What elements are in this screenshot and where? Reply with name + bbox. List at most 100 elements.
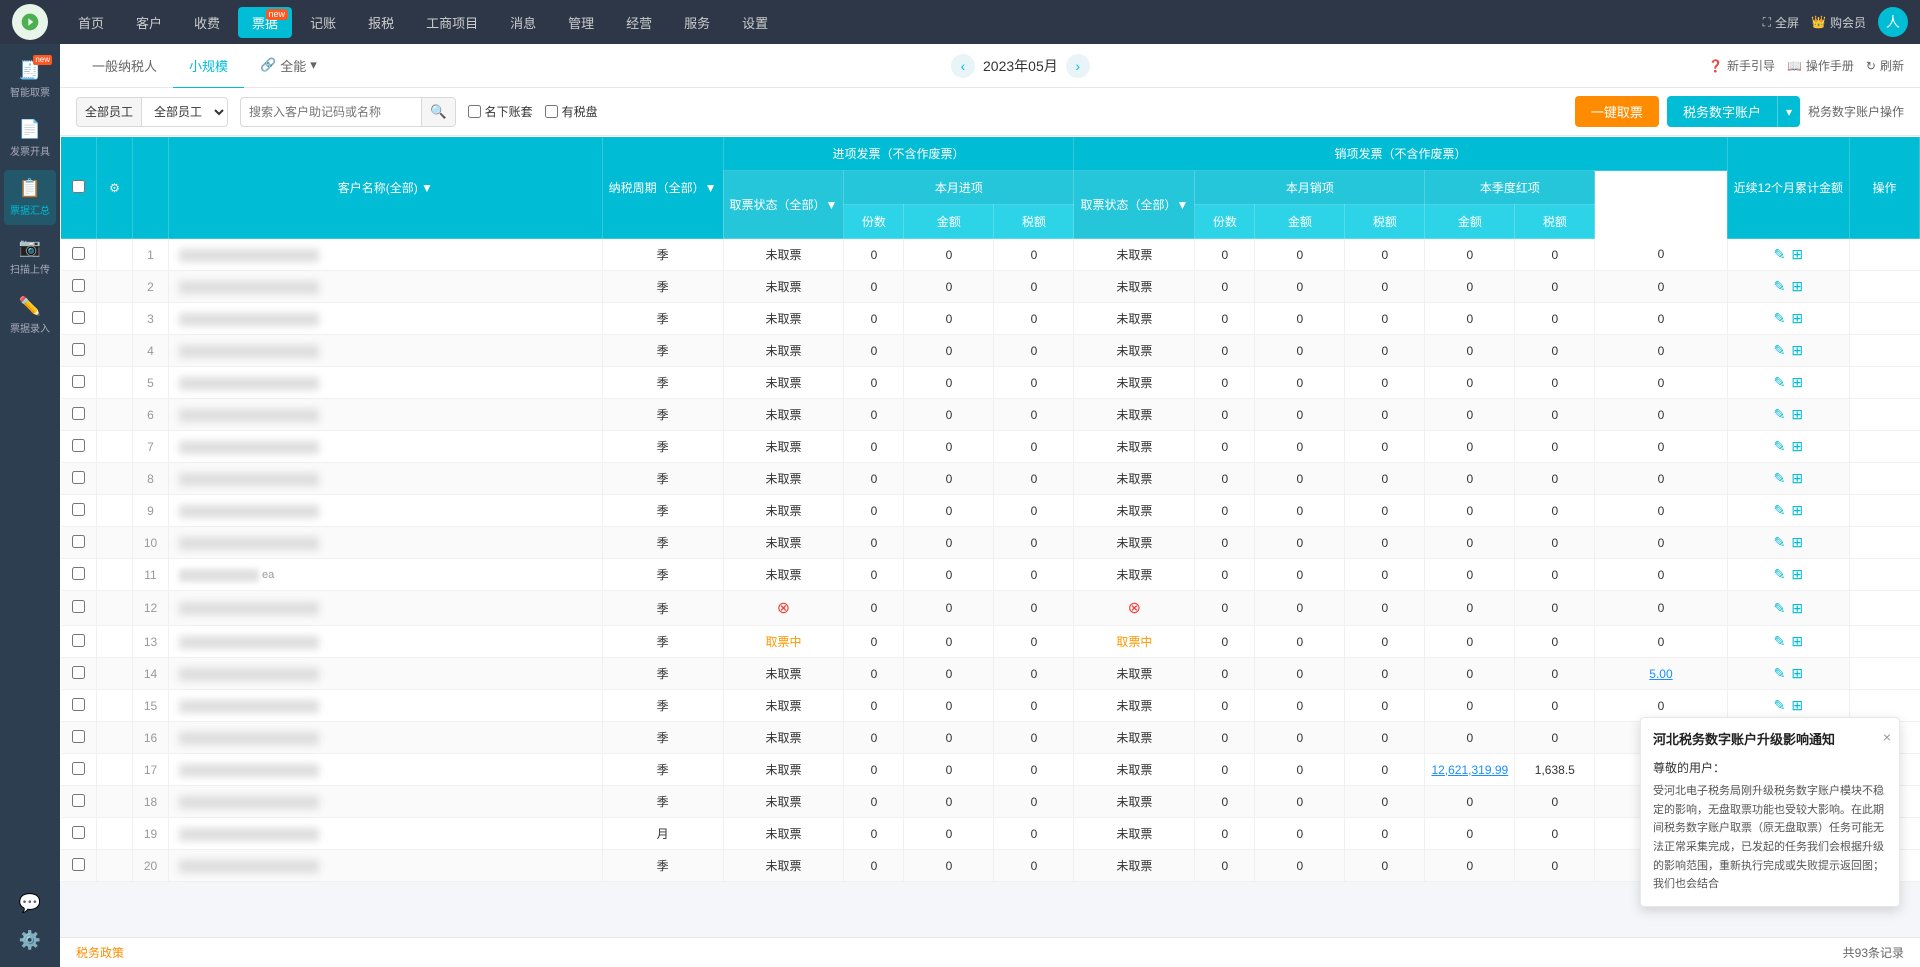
- app-logo[interactable]: [12, 4, 48, 40]
- nav-message[interactable]: 消息: [496, 7, 550, 38]
- next-month-btn[interactable]: ›: [1066, 54, 1090, 78]
- nav-home[interactable]: 首页: [64, 7, 118, 38]
- row-checkbox-4[interactable]: [72, 343, 85, 356]
- edit-icon-4[interactable]: ✎: [1774, 342, 1786, 359]
- th-name[interactable]: 客户名称(全部) ▼: [169, 137, 603, 239]
- search-input[interactable]: [241, 105, 421, 119]
- tax-policy-link[interactable]: 税务政策: [76, 944, 124, 961]
- prev-month-btn[interactable]: ‹: [951, 54, 975, 78]
- edit-icon-11[interactable]: ✎: [1774, 566, 1786, 583]
- sidebar-item-invoice-summary[interactable]: 📋 票据汇总: [4, 170, 56, 225]
- copy-icon-7[interactable]: ⊞: [1791, 438, 1803, 455]
- th-sales-status[interactable]: 取票状态（全部）▼: [1074, 171, 1195, 239]
- red-amount-value[interactable]: 12,621,319.99: [1431, 763, 1508, 777]
- copy-icon-1[interactable]: ⊞: [1791, 246, 1803, 263]
- employee-select[interactable]: 全部员工: [142, 98, 227, 126]
- new-guide-btn[interactable]: ❓ 新手引导: [1708, 57, 1775, 74]
- account-checkbox-label[interactable]: 名下账套: [468, 103, 533, 120]
- row-checkbox-18[interactable]: [72, 794, 85, 807]
- row-checkbox-9[interactable]: [72, 503, 85, 516]
- row-checkbox-7[interactable]: [72, 439, 85, 452]
- copy-icon-13[interactable]: ⊞: [1791, 633, 1803, 650]
- nav-manage[interactable]: 管理: [554, 7, 608, 38]
- row-checkbox-8[interactable]: [72, 471, 85, 484]
- select-all-checkbox[interactable]: [72, 180, 85, 193]
- member-btn[interactable]: 👑 购会员: [1811, 14, 1866, 31]
- refresh-btn[interactable]: ↻ 刷新: [1866, 57, 1904, 74]
- row-checkbox-15[interactable]: [72, 698, 85, 711]
- tax-digital-dropdown-btn[interactable]: ▾: [1777, 96, 1800, 127]
- copy-icon-6[interactable]: ⊞: [1791, 406, 1803, 423]
- sidebar-item-config[interactable]: ⚙️: [4, 922, 56, 959]
- row-checkbox-5[interactable]: [72, 375, 85, 388]
- nav-settings[interactable]: 设置: [728, 7, 782, 38]
- sidebar-item-scan-upload[interactable]: 📷 扫描上传: [4, 229, 56, 284]
- row-checkbox-17[interactable]: [72, 762, 85, 775]
- copy-icon-15[interactable]: ⊞: [1791, 697, 1803, 714]
- copy-icon-4[interactable]: ⊞: [1791, 342, 1803, 359]
- search-button[interactable]: 🔍: [421, 98, 455, 126]
- nav-operation[interactable]: 经营: [612, 7, 666, 38]
- edit-icon-13[interactable]: ✎: [1774, 633, 1786, 650]
- edit-icon-12[interactable]: ✎: [1774, 600, 1786, 617]
- nav-bookkeeping[interactable]: 记账: [296, 7, 350, 38]
- nav-service[interactable]: 服务: [670, 7, 724, 38]
- edit-icon-14[interactable]: ✎: [1774, 665, 1786, 682]
- one-click-ticket-btn[interactable]: 一键取票: [1575, 96, 1659, 127]
- copy-icon-8[interactable]: ⊞: [1791, 470, 1803, 487]
- edit-icon-15[interactable]: ✎: [1774, 697, 1786, 714]
- edit-icon-9[interactable]: ✎: [1774, 502, 1786, 519]
- sidebar-item-smart-ticket[interactable]: 🧾 智能取票 new: [4, 52, 56, 107]
- row-checkbox-1[interactable]: [72, 247, 85, 260]
- row-checkbox-10[interactable]: [72, 535, 85, 548]
- row-checkbox-20[interactable]: [72, 858, 85, 871]
- tax-disk-checkbox-label[interactable]: 有税盘: [545, 103, 598, 120]
- row-checkbox-16[interactable]: [72, 730, 85, 743]
- nav-invoice[interactable]: 票据 new: [238, 7, 292, 38]
- fullscreen-btn[interactable]: ⛶ 全屏: [1763, 14, 1799, 31]
- edit-icon-5[interactable]: ✎: [1774, 374, 1786, 391]
- tab-small-scale[interactable]: 小规模: [173, 44, 244, 89]
- nav-customer[interactable]: 客户: [122, 7, 176, 38]
- sidebar-item-invoice-entry[interactable]: ✏️ 票据录入: [4, 288, 56, 343]
- copy-icon-10[interactable]: ⊞: [1791, 534, 1803, 551]
- th-income-status[interactable]: 取票状态（全部）▼: [723, 171, 844, 239]
- copy-icon-9[interactable]: ⊞: [1791, 502, 1803, 519]
- row-checkbox-6[interactable]: [72, 407, 85, 420]
- edit-icon-8[interactable]: ✎: [1774, 470, 1786, 487]
- user-avatar[interactable]: 人: [1878, 7, 1908, 37]
- copy-icon-5[interactable]: ⊞: [1791, 374, 1803, 391]
- account-checkbox[interactable]: [468, 105, 481, 118]
- copy-icon-12[interactable]: ⊞: [1791, 600, 1803, 617]
- copy-icon-11[interactable]: ⊞: [1791, 566, 1803, 583]
- edit-icon-10[interactable]: ✎: [1774, 534, 1786, 551]
- copy-icon-2[interactable]: ⊞: [1791, 278, 1803, 295]
- row-checkbox-13[interactable]: [72, 634, 85, 647]
- tax-digital-btn[interactable]: 税务数字账户: [1667, 96, 1777, 127]
- th-period[interactable]: 纳税周期（全部）▼: [602, 137, 723, 239]
- edit-icon-1[interactable]: ✎: [1774, 246, 1786, 263]
- copy-icon-3[interactable]: ⊞: [1791, 310, 1803, 327]
- row-checkbox-19[interactable]: [72, 826, 85, 839]
- nav-billing[interactable]: 收费: [180, 7, 234, 38]
- manual-btn[interactable]: 📖 操作手册: [1787, 57, 1854, 74]
- tab-all[interactable]: 🔗 全能 ▾: [244, 44, 333, 89]
- row-checkbox-3[interactable]: [72, 311, 85, 324]
- row-checkbox-2[interactable]: [72, 279, 85, 292]
- copy-icon-14[interactable]: ⊞: [1791, 665, 1803, 682]
- row-checkbox-14[interactable]: [72, 666, 85, 679]
- edit-icon-7[interactable]: ✎: [1774, 438, 1786, 455]
- sidebar-item-chat[interactable]: 💬: [4, 885, 56, 922]
- edit-icon-3[interactable]: ✎: [1774, 310, 1786, 327]
- row-checkbox-12[interactable]: [72, 600, 85, 613]
- row-checkbox-11[interactable]: [72, 567, 85, 580]
- tax-disk-checkbox[interactable]: [545, 105, 558, 118]
- nav-business[interactable]: 工商项目: [412, 7, 492, 38]
- nav-tax[interactable]: 报税: [354, 7, 408, 38]
- sidebar-item-invoice-open[interactable]: 📄 发票开具: [4, 111, 56, 166]
- edit-icon-2[interactable]: ✎: [1774, 278, 1786, 295]
- twelve-month-value[interactable]: 5.00: [1649, 667, 1672, 681]
- notification-close-btn[interactable]: ×: [1883, 726, 1891, 748]
- edit-icon-6[interactable]: ✎: [1774, 406, 1786, 423]
- tab-general-taxpayer[interactable]: 一般纳税人: [76, 44, 173, 89]
